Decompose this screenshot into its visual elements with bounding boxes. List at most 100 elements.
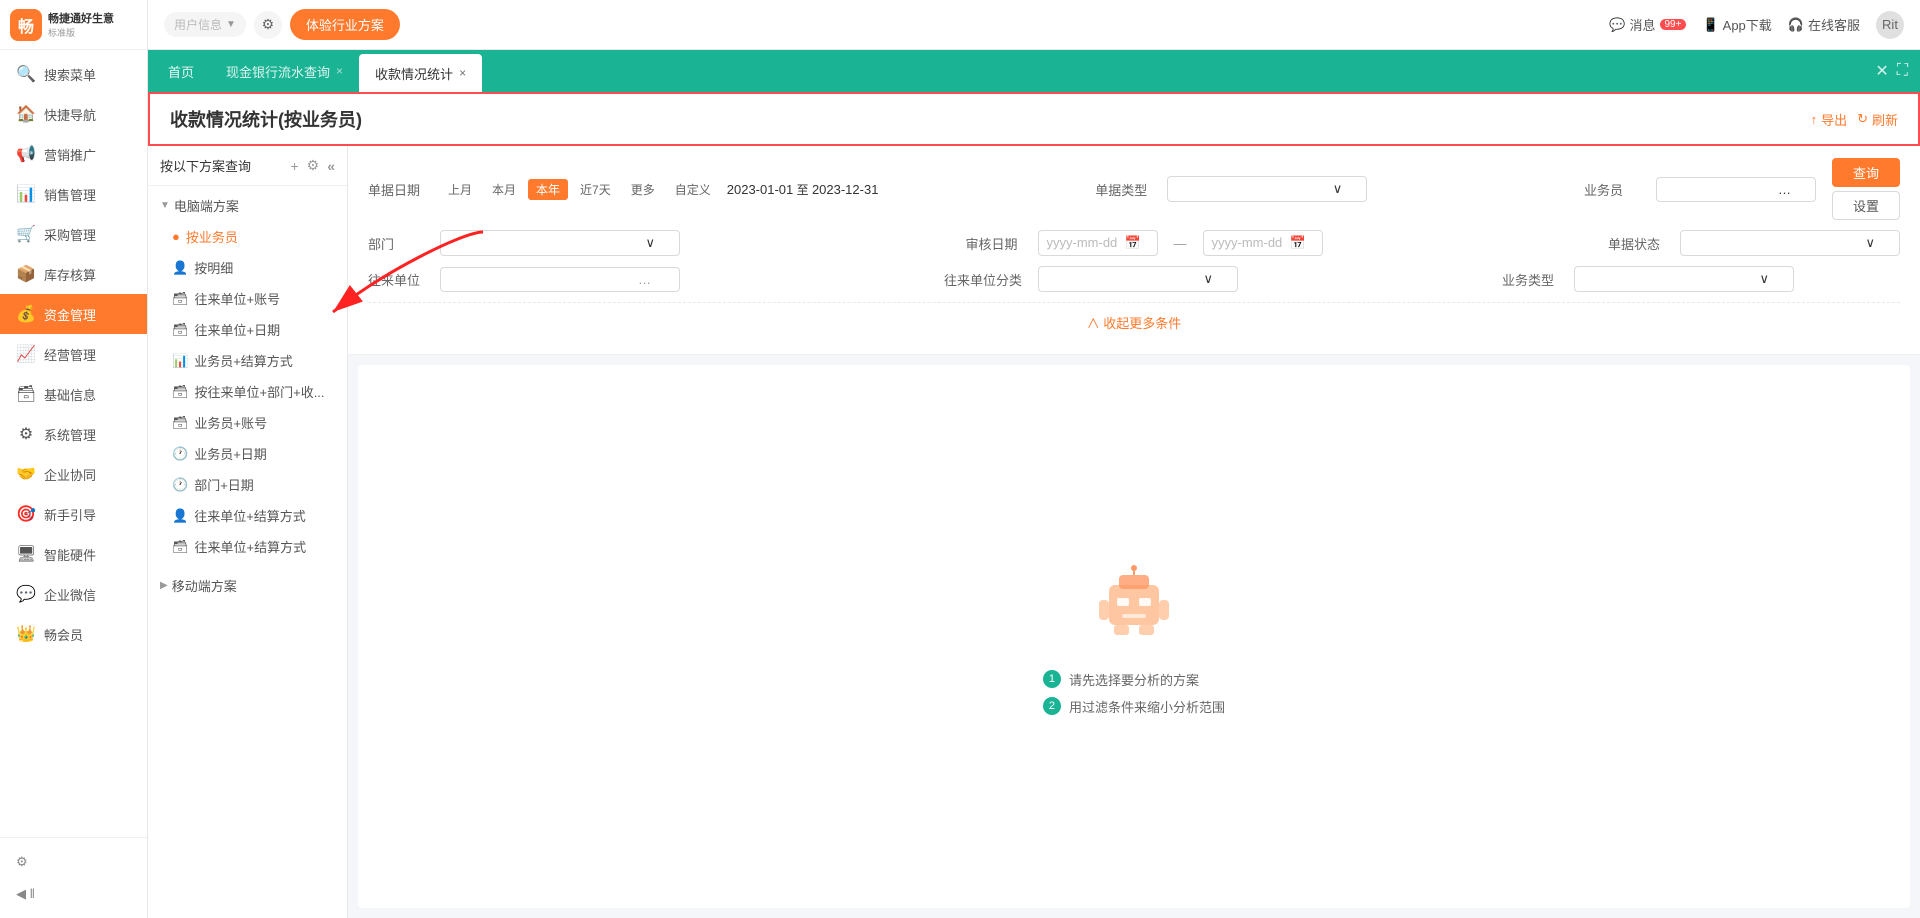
service-icon: 🎧 (1788, 17, 1804, 33)
export-icon: ↑ (1811, 112, 1818, 127)
tree-icon-unit-account: 🗃 (172, 291, 189, 307)
tree-item-by-salesperson[interactable]: ● 按业务员 (148, 221, 347, 252)
chevron-down-icon: ∨ (1865, 235, 1875, 251)
scheme-settings-btn[interactable]: ⚙ (307, 157, 320, 174)
operation-icon: 📈 (16, 344, 36, 364)
tree-item-dept-date[interactable]: 🕐 部门+日期 (148, 469, 347, 500)
partner-category-select[interactable]: ∨ (1038, 266, 1238, 292)
tree-item-by-detail[interactable]: 👤 按明细 (148, 252, 347, 283)
shortcut-last-month[interactable]: 上月 (440, 179, 480, 200)
mobile-section: ▶ 移动端方案 (148, 566, 347, 605)
content-area: 按以下方案查询 + ⚙ « ▼ 电脑端方案 ● 按业务员 👤 (148, 146, 1920, 918)
sidebar-item-sales[interactable]: 📊 销售管理 (0, 174, 147, 214)
sidebar-item-purchase[interactable]: 🛒 采购管理 (0, 214, 147, 254)
voucher-type-select[interactable]: ∨ (1167, 176, 1367, 202)
more-icon: … (1778, 182, 1791, 197)
sidebar-item-inventory[interactable]: 📦 库存核算 (0, 254, 147, 294)
gear-button[interactable]: ⚙ (254, 11, 282, 39)
sidebar-settings-btn[interactable]: ⚙ (0, 846, 147, 878)
sidebar-collapse-btn[interactable]: ◀ ‖ (0, 878, 147, 910)
shortcut-more[interactable]: 更多 (623, 179, 663, 200)
sidebar-item-operation[interactable]: 📈 经营管理 (0, 334, 147, 374)
shortcut-this-month[interactable]: 本月 (484, 179, 524, 200)
message-icon: 💬 (1609, 17, 1625, 33)
sidebar-item-search[interactable]: 🔍 搜索菜单 (0, 54, 147, 94)
refresh-button[interactable]: ↻ 刷新 (1857, 110, 1898, 129)
shortcut-7days[interactable]: 近7天 (572, 179, 619, 200)
tree-item-unit-dept[interactable]: 🗃 按往来单位+部门+收... (148, 376, 347, 407)
shortcut-custom[interactable]: 自定义 (667, 179, 719, 200)
sidebar-item-hardware[interactable]: 🖥 智能硬件 (0, 534, 147, 574)
refresh-icon: ↻ (1857, 111, 1868, 127)
tree-item-unit-settle1[interactable]: 👤 往来单位+结算方式 (148, 500, 347, 531)
salesperson-select[interactable]: … (1656, 177, 1816, 202)
app-download-btn[interactable]: 📱 App下载 (1702, 15, 1771, 34)
chevron-down-icon: ▼ (226, 19, 236, 30)
shortcut-this-year[interactable]: 本年 (528, 179, 568, 200)
tab-close-bank[interactable]: × (336, 64, 343, 78)
tab-close-collection[interactable]: × (459, 66, 466, 80)
sidebar-item-marketing[interactable]: 📢 营销推广 (0, 134, 147, 174)
tab-bar: 首页 现金银行流水查询 × 收款情况统计 × ✕ ⛶ (148, 50, 1920, 92)
left-panel-collapse-btn[interactable]: « (327, 158, 335, 174)
sidebar-item-finance[interactable]: 💰 资金管理 (0, 294, 147, 334)
mobile-section-header[interactable]: ▶ 移动端方案 (148, 570, 347, 601)
tree-item-salesperson-account[interactable]: 🗃 业务员+账号 (148, 407, 347, 438)
tree-item-unit-account[interactable]: 🗃 往来单位+账号 (148, 283, 347, 314)
wechat-icon: 💬 (16, 584, 36, 604)
trial-button[interactable]: 体验行业方案 (290, 9, 400, 40)
logo-text: 畅捷通好生意 标准版 (48, 10, 114, 39)
sidebar-item-basic[interactable]: 🗃 基础信息 (0, 374, 147, 414)
page-title: 收款情况统计(按业务员) (170, 106, 362, 132)
date-shortcuts: 上月 本月 本年 近7天 更多 自定义 2023-01-01 至 2023-12… (440, 179, 878, 200)
user-info-text: 用户信息 (174, 16, 222, 33)
add-scheme-btn[interactable]: + (290, 158, 298, 174)
settings-icon: ⚙ (16, 854, 28, 870)
tab-home[interactable]: 首页 (148, 50, 210, 92)
settings-button[interactable]: 设置 (1832, 191, 1900, 220)
close-window-btn[interactable]: ✕ (1875, 61, 1888, 81)
maximize-btn[interactable]: ⛶ (1897, 62, 1908, 80)
sidebar-item-wechat[interactable]: 💬 企业微信 (0, 574, 147, 614)
sidebar-item-shortcut[interactable]: 🏠 快捷导航 (0, 94, 147, 134)
filter-row-2: 部门 ∨ 审核日期 yyyy-mm-dd 📅 — y (368, 230, 1900, 256)
dept-select[interactable]: ∨ (440, 230, 680, 256)
tree-item-unit-date[interactable]: 🗃 往来单位+日期 (148, 314, 347, 345)
empty-state: 1 请先选择要分析的方案 2 用过滤条件来缩小分析范围 (358, 365, 1910, 908)
messages-btn[interactable]: 💬 消息 99+ (1609, 15, 1686, 34)
desktop-section-header[interactable]: ▼ 电脑端方案 (148, 190, 347, 221)
page-content-wrapper: 收款情况统计(按业务员) ↑ 导出 ↻ 刷新 按以下方案查询 + ⚙ (148, 92, 1920, 918)
topbar: 用户信息 ▼ ⚙ 体验行业方案 💬 消息 99+ 📱 App下载 🎧 在线客服 … (148, 0, 1920, 50)
user-info[interactable]: 用户信息 ▼ (164, 12, 246, 37)
sidebar-nav: 🔍 搜索菜单 🏠 快捷导航 📢 营销推广 📊 销售管理 🛒 采购管理 📦 库存核… (0, 50, 147, 837)
partner-select[interactable]: … (440, 267, 680, 292)
sidebar: 畅 畅捷通好生意 标准版 🔍 搜索菜单 🏠 快捷导航 📢 营销推广 📊 销售管理… (0, 0, 148, 918)
desktop-section: ▼ 电脑端方案 ● 按业务员 👤 按明细 🗃 往来单位+账号 (148, 186, 347, 566)
page-actions: ↑ 导出 ↻ 刷新 (1811, 110, 1898, 129)
sidebar-item-enterprise[interactable]: 🤝 企业协同 (0, 454, 147, 494)
voucher-status-select[interactable]: ∨ (1680, 230, 1900, 256)
tab-bank[interactable]: 现金银行流水查询 × (210, 50, 359, 92)
business-type-select[interactable]: ∨ (1574, 266, 1794, 292)
user-avatar[interactable]: Rit (1876, 11, 1904, 39)
tree-item-unit-settle2[interactable]: 🗃 往来单位+结算方式 (148, 531, 347, 562)
audit-date-from[interactable]: yyyy-mm-dd 📅 (1038, 230, 1158, 256)
collapse-more-btn[interactable]: ∧ 收起更多条件 (368, 302, 1900, 342)
right-panel: 单据日期 上月 本月 本年 近7天 更多 自定义 2023-01-01 至 20 (348, 146, 1920, 918)
logo-icon: 畅 (10, 9, 42, 41)
empty-tips: 1 请先选择要分析的方案 2 用过滤条件来缩小分析范围 (1043, 670, 1225, 724)
tree-item-salesperson-settle[interactable]: 📊 业务员+结算方式 (148, 345, 347, 376)
sidebar-item-guide[interactable]: 🎯 新手引导 (0, 494, 147, 534)
filter-actions: 查询 设置 (1832, 158, 1900, 220)
tree-item-salesperson-date[interactable]: 🕐 业务员+日期 (148, 438, 347, 469)
audit-date-to[interactable]: yyyy-mm-dd 📅 (1203, 230, 1323, 256)
expand-icon-mobile: ▶ (160, 580, 168, 591)
sidebar-bottom: ⚙ ◀ ‖ (0, 837, 147, 918)
sidebar-item-system[interactable]: ⚙ 系统管理 (0, 414, 147, 454)
online-service-btn[interactable]: 🎧 在线客服 (1788, 15, 1860, 34)
tree-icon-unit-settle2: 🗃 (172, 539, 189, 555)
query-button[interactable]: 查询 (1832, 158, 1900, 187)
export-button[interactable]: ↑ 导出 (1811, 110, 1848, 129)
sidebar-item-member[interactable]: 👑 畅会员 (0, 614, 147, 654)
tab-collection[interactable]: 收款情况统计 × (359, 54, 482, 92)
